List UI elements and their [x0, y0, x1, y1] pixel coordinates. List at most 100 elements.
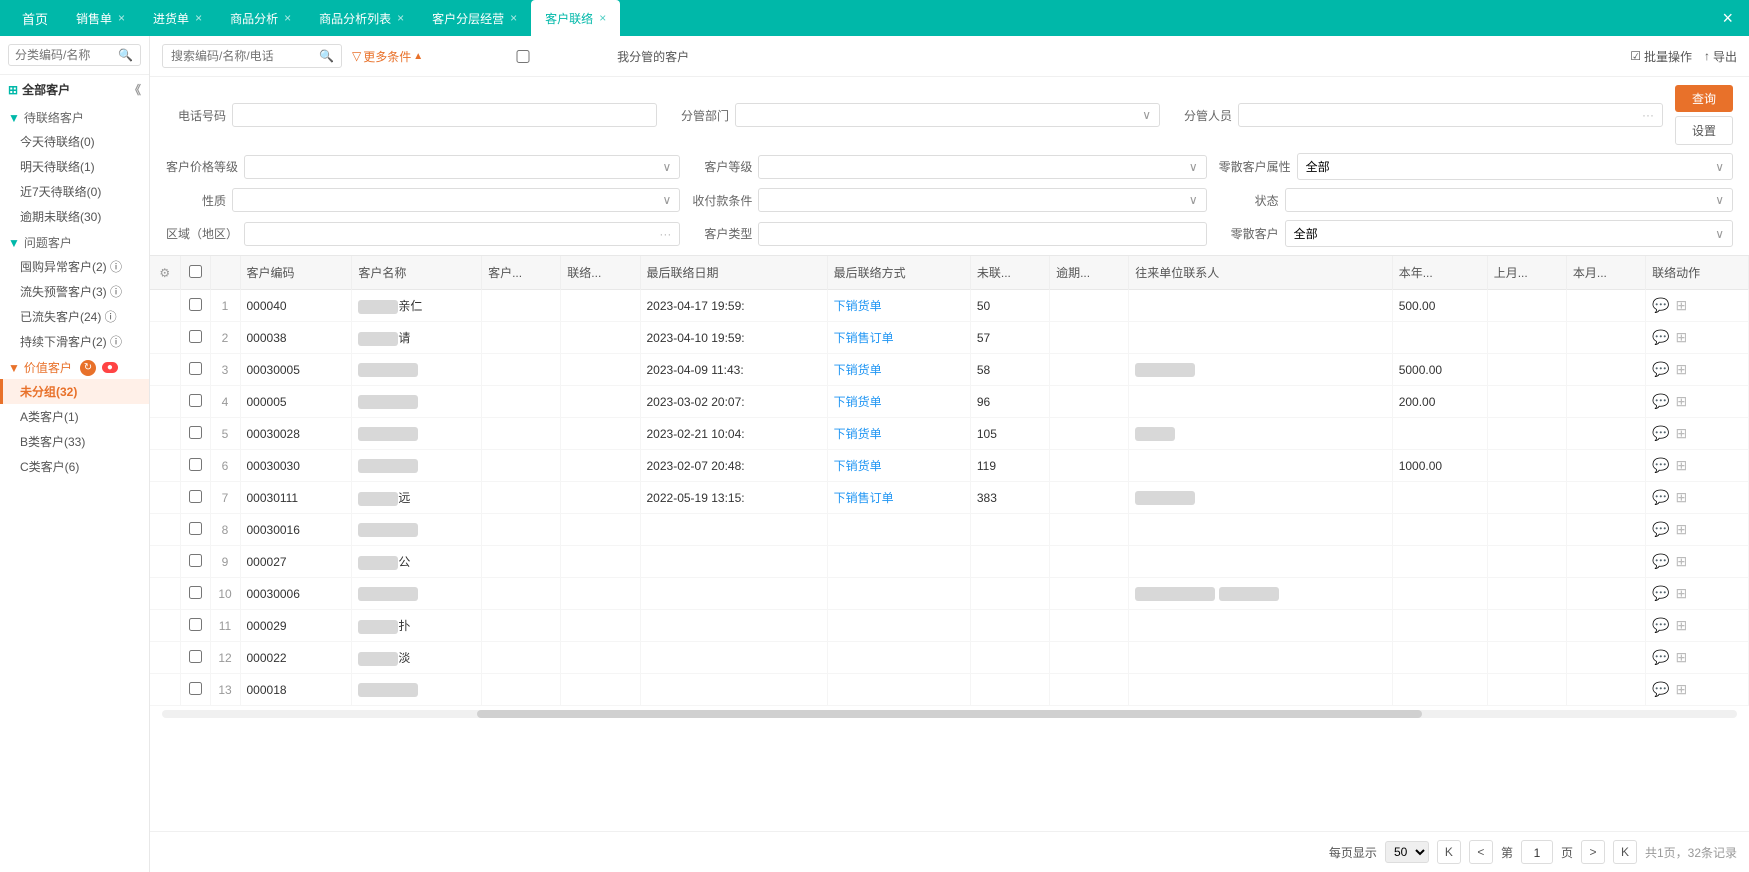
horizontal-scrollbar[interactable]	[162, 710, 1737, 718]
chat-action-icon[interactable]: 💬	[1652, 681, 1669, 698]
nav-tab-purchase[interactable]: 进货单 ×	[139, 0, 216, 36]
filter-scatter-select[interactable]: 全部 ∨	[1285, 220, 1733, 247]
close-icon[interactable]: ×	[284, 11, 291, 25]
window-close-button[interactable]: ×	[1714, 8, 1741, 29]
sidebar-item-7days[interactable]: 近7天待联络(0)	[0, 179, 149, 204]
row-checkbox[interactable]	[189, 650, 202, 663]
row-checkbox[interactable]	[189, 458, 202, 471]
grid-action-icon[interactable]: ⊞	[1676, 393, 1688, 410]
sidebar-group-value[interactable]: ▼ 价值客户 ↻ ●	[0, 354, 149, 379]
export-btn[interactable]: ↑ 导出	[1704, 48, 1737, 65]
my-customers-checkbox[interactable]: 我分管的客户	[433, 48, 689, 65]
filter-manager-input[interactable]: ···	[1238, 103, 1663, 127]
grid-action-icon[interactable]: ⊞	[1676, 649, 1688, 666]
sidebar-item-today[interactable]: 今天待联络(0)	[0, 129, 149, 154]
contact-way-link[interactable]: 下销售订单	[834, 331, 894, 345]
sidebar-item-c-class[interactable]: C类客户(6)	[0, 454, 149, 479]
sidebar-item-hoard[interactable]: 囤购异常客户(2) ⓘ	[0, 254, 149, 279]
nav-tab-customer-segment[interactable]: 客户分层经营 ×	[418, 0, 531, 36]
batch-ops-btn[interactable]: ☑ 批量操作	[1630, 48, 1692, 65]
sidebar-item-overdue[interactable]: 逾期未联络(30)	[0, 204, 149, 229]
my-customers-check[interactable]	[433, 50, 613, 63]
settings-icon[interactable]: ⚙	[159, 266, 170, 280]
row-checkbox[interactable]	[189, 330, 202, 343]
per-page-select[interactable]: 50	[1385, 841, 1429, 863]
query-button[interactable]: 查询	[1675, 85, 1733, 112]
chat-action-icon[interactable]: 💬	[1652, 489, 1669, 506]
chat-action-icon[interactable]: 💬	[1652, 457, 1669, 474]
grid-action-icon[interactable]: ⊞	[1676, 681, 1688, 698]
filter-phone-input[interactable]	[232, 103, 657, 127]
grid-action-icon[interactable]: ⊞	[1676, 585, 1688, 602]
row-checkbox[interactable]	[189, 298, 202, 311]
nav-tab-analysis[interactable]: 商品分析 ×	[216, 0, 305, 36]
grid-action-icon[interactable]: ⊞	[1676, 617, 1688, 634]
sidebar-item-lost[interactable]: 已流失客户(24) ⓘ	[0, 304, 149, 329]
sidebar-all-customers[interactable]: ⊞ 全部客户 《	[0, 75, 149, 104]
chat-action-icon[interactable]: 💬	[1652, 649, 1669, 666]
close-icon[interactable]: ×	[397, 11, 404, 25]
filter-scatter-attr-select[interactable]: 全部 ∨	[1297, 153, 1733, 180]
contact-way-link[interactable]: 下销货单	[834, 395, 882, 409]
sidebar-item-a-class[interactable]: A类客户(1)	[0, 404, 149, 429]
row-checkbox[interactable]	[189, 586, 202, 599]
row-checkbox[interactable]	[189, 426, 202, 439]
nav-tab-customer-contact[interactable]: 客户联络 ×	[531, 0, 620, 36]
contact-way-link[interactable]: 下销货单	[834, 427, 882, 441]
customer-search-input[interactable]	[162, 44, 342, 68]
sidebar-item-b-class[interactable]: B类客户(33)	[0, 429, 149, 454]
filter-price-level-select[interactable]: ∨	[244, 155, 680, 179]
grid-action-icon[interactable]: ⊞	[1676, 457, 1688, 474]
grid-action-icon[interactable]: ⊞	[1676, 521, 1688, 538]
chat-action-icon[interactable]: 💬	[1652, 329, 1669, 346]
chat-action-icon[interactable]: 💬	[1652, 393, 1669, 410]
last-page-btn[interactable]: K	[1613, 840, 1637, 864]
sidebar-item-declining[interactable]: 持续下滑客户(2) ⓘ	[0, 329, 149, 354]
sidebar-item-lostwarning[interactable]: 流失预警客户(3) ⓘ	[0, 279, 149, 304]
sidebar-group-problem[interactable]: ▼ 问题客户	[0, 229, 149, 254]
filter-ctype-input[interactable]	[758, 222, 1206, 246]
grid-action-icon[interactable]: ⊞	[1676, 361, 1688, 378]
contact-way-link[interactable]: 下销货单	[834, 459, 882, 473]
next-page-btn[interactable]: >	[1581, 840, 1605, 864]
chat-action-icon[interactable]: 💬	[1652, 297, 1669, 314]
close-icon[interactable]: ×	[118, 11, 125, 25]
close-icon[interactable]: ×	[195, 11, 202, 25]
grid-action-icon[interactable]: ⊞	[1676, 425, 1688, 442]
select-all-checkbox[interactable]	[189, 265, 202, 278]
grid-action-icon[interactable]: ⊞	[1676, 489, 1688, 506]
filter-status-select[interactable]: ∨	[1285, 188, 1733, 212]
grid-action-icon[interactable]: ⊞	[1676, 329, 1688, 346]
nav-tab-salesorder[interactable]: 销售单 ×	[62, 0, 139, 36]
row-checkbox[interactable]	[189, 490, 202, 503]
contact-way-link[interactable]: 下销货单	[834, 299, 882, 313]
chat-action-icon[interactable]: 💬	[1652, 521, 1669, 538]
filter-nature-select[interactable]: ∨	[232, 188, 680, 212]
contact-way-link[interactable]: 下销货单	[834, 363, 882, 377]
reset-button[interactable]: 设置	[1675, 116, 1733, 145]
row-checkbox[interactable]	[189, 682, 202, 695]
row-checkbox[interactable]	[189, 362, 202, 375]
filter-customer-level-select[interactable]: ∨	[758, 155, 1206, 179]
chat-action-icon[interactable]: 💬	[1652, 361, 1669, 378]
filter-region-input[interactable]: ···	[244, 222, 680, 246]
contact-way-link[interactable]: 下销售订单	[834, 491, 894, 505]
nav-home[interactable]: 首页	[8, 0, 62, 36]
first-page-btn[interactable]: K	[1437, 840, 1461, 864]
close-icon[interactable]: ×	[599, 11, 606, 25]
grid-action-icon[interactable]: ⊞	[1676, 297, 1688, 314]
th-settings[interactable]: ⚙	[150, 256, 180, 290]
prev-page-btn[interactable]: <	[1469, 840, 1493, 864]
nav-tab-analysis-list[interactable]: 商品分析列表 ×	[305, 0, 418, 36]
row-checkbox[interactable]	[189, 394, 202, 407]
row-checkbox[interactable]	[189, 554, 202, 567]
chat-action-icon[interactable]: 💬	[1652, 617, 1669, 634]
row-checkbox[interactable]	[189, 618, 202, 631]
grid-action-icon[interactable]: ⊞	[1676, 553, 1688, 570]
close-icon[interactable]: ×	[510, 11, 517, 25]
sidebar-group-pending[interactable]: ▼ 待联络客户	[0, 104, 149, 129]
filter-dept-select[interactable]: ∨	[735, 103, 1160, 127]
sidebar-item-tomorrow[interactable]: 明天待联络(1)	[0, 154, 149, 179]
filter-payment-select[interactable]: ∨	[758, 188, 1206, 212]
sidebar-item-ungroup[interactable]: 未分组(32)	[0, 379, 149, 404]
